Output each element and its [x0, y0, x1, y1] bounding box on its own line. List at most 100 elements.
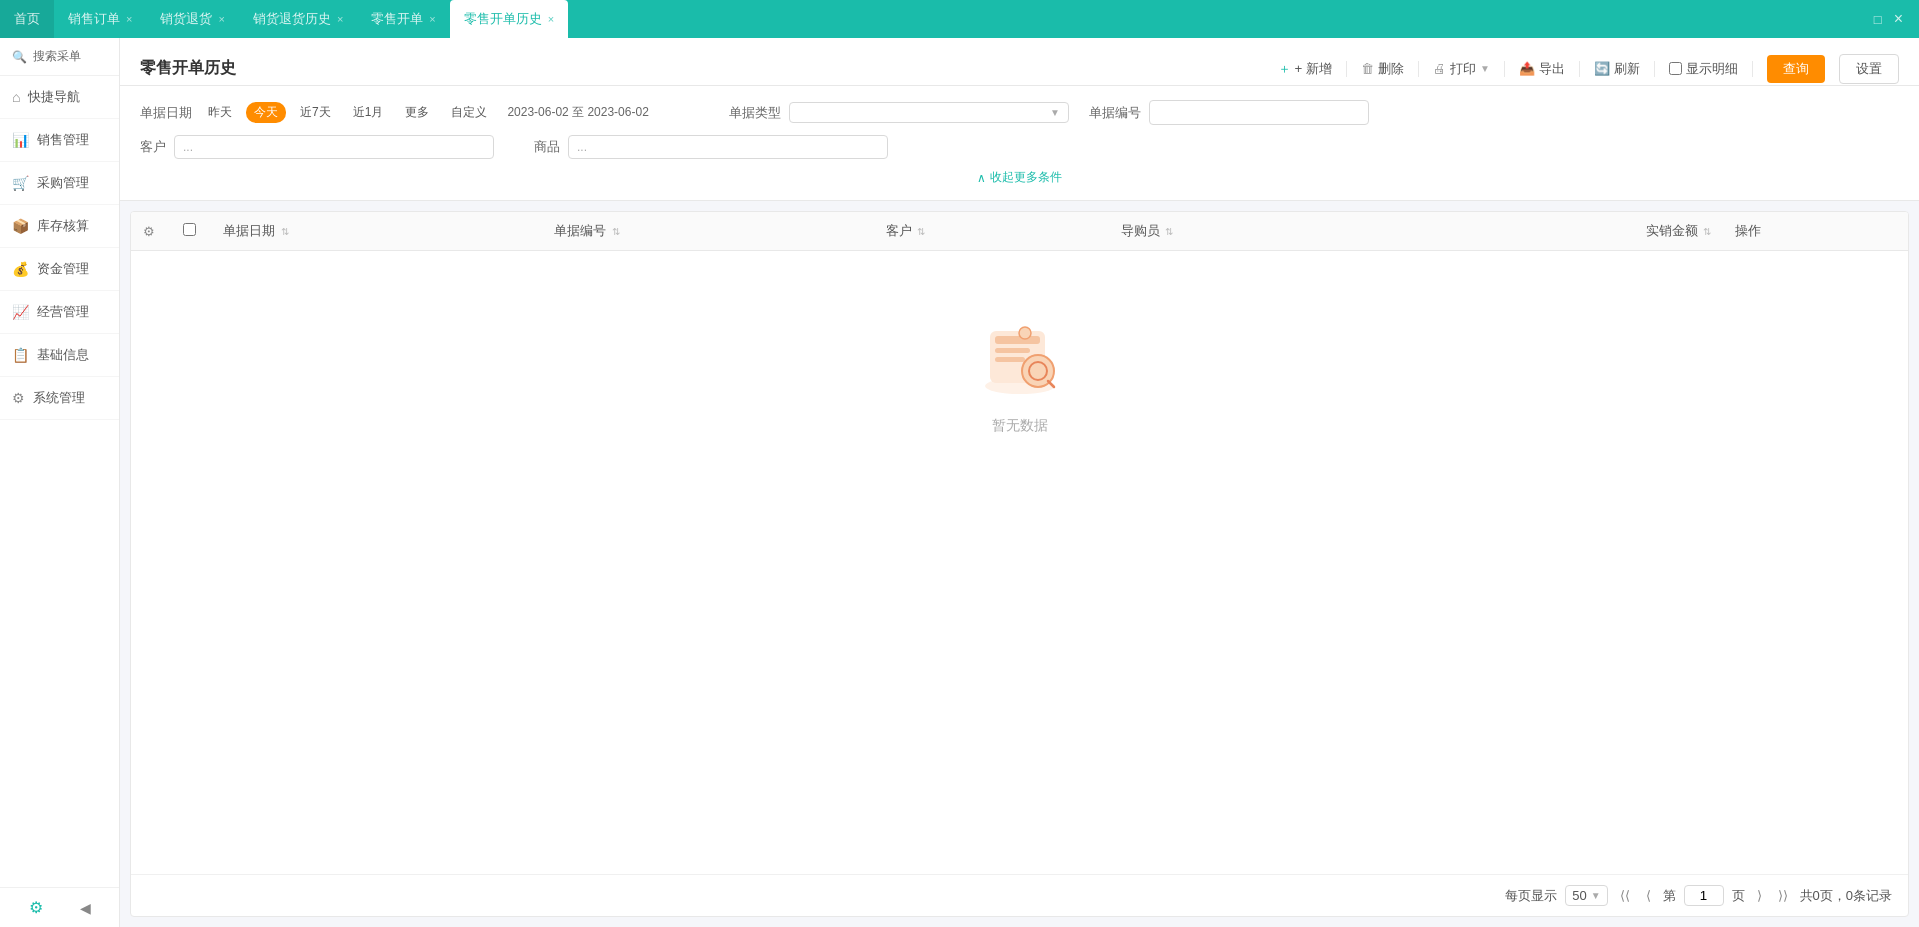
tab-home[interactable]: 首页 [0, 0, 54, 38]
sidebar-search[interactable]: 🔍 搜索采单 [0, 38, 119, 76]
delete-button[interactable]: 🗑 删除 [1361, 60, 1404, 78]
date-shortcut-today[interactable]: 今天 [246, 102, 286, 123]
col-amount-sort[interactable]: ⇅ [1703, 226, 1711, 237]
settings-button[interactable]: 设置 [1839, 54, 1899, 84]
sidebar-icon-sales-mgmt: 📊 [12, 132, 29, 148]
tab-close-sales-return-history[interactable]: × [337, 13, 343, 25]
divider3 [1504, 61, 1505, 77]
collapse-button[interactable]: ∧ 收起更多条件 [140, 169, 1899, 186]
collapse-icon[interactable]: ◀ [80, 900, 91, 916]
collapse-up-icon: ∧ [977, 171, 986, 185]
sidebar-item-operations[interactable]: 📈 经营管理 [0, 291, 119, 334]
date-shortcut-more[interactable]: 更多 [397, 102, 437, 123]
table-container: ⚙ 单据日期 ⇅ 单据编号 ⇅ [130, 211, 1909, 917]
tab-sales-order[interactable]: 销售订单 × [54, 0, 146, 38]
col-number-label: 单据编号 [554, 223, 606, 238]
tab-retail-open[interactable]: 零售开单× [357, 0, 449, 38]
sidebar-item-finance[interactable]: 💰 资金管理 [0, 248, 119, 291]
sidebar-icon-system: ⚙ [12, 390, 25, 406]
tab-label-sales-order: 销售订单 [68, 10, 120, 28]
col-customer: 客户 ⇅ [874, 212, 1109, 251]
window-restore[interactable]: □ [1874, 12, 1882, 27]
col-actions-label: 操作 [1735, 223, 1761, 238]
col-date-sort[interactable]: ⇅ [281, 226, 289, 237]
date-shortcuts: 昨天今天近7天近1月更多自定义 [200, 102, 495, 123]
table-wrap: ⚙ 单据日期 ⇅ 单据编号 ⇅ [131, 212, 1908, 874]
first-page-btn[interactable]: ⟨⟨ [1616, 886, 1634, 905]
show-detail-toggle[interactable]: 显示明细 [1669, 60, 1738, 78]
show-detail-label: 显示明细 [1686, 60, 1738, 78]
tab-label-home: 首页 [14, 10, 40, 28]
sidebar-item-basic-info[interactable]: 📋 基础信息 [0, 334, 119, 377]
delete-icon: 🗑 [1361, 61, 1374, 76]
page-header: 零售开单历史 ＋ + 新增 🗑 删除 🖨 打印 ▼ [120, 38, 1919, 86]
col-actions: 操作 [1723, 212, 1908, 251]
last-page-btn[interactable]: ⟩⟩ [1774, 886, 1792, 905]
select-all-checkbox[interactable] [183, 223, 196, 236]
goods-ellipsis: ... [577, 140, 587, 154]
tab-retail-open-history[interactable]: 零售开单历史 × [450, 0, 568, 38]
window-controls: □ × [1874, 10, 1919, 28]
per-page-select[interactable]: 50 ▼ [1565, 885, 1607, 906]
tab-sales-return[interactable]: 销货退货× [146, 0, 238, 38]
window-close[interactable]: × [1894, 10, 1903, 28]
sidebar-icon-basic-info: 📋 [12, 347, 29, 363]
tab-label-sales-return-history: 销货退货历史 [253, 10, 331, 28]
col-number: 单据编号 ⇅ [542, 212, 873, 251]
tab-sales-return-history[interactable]: 销货退货历史 × [239, 0, 357, 38]
sidebar-label-system: 系统管理 [33, 389, 85, 407]
sidebar-label-purchase-mgmt: 采购管理 [37, 174, 89, 192]
col-customer-label: 客户 [886, 223, 912, 238]
svg-rect-2 [995, 336, 1040, 344]
print-button[interactable]: 🖨 打印 ▼ [1433, 60, 1490, 78]
sidebar-item-sales-mgmt[interactable]: 📊 销售管理 [0, 119, 119, 162]
type-select[interactable]: ▼ [789, 102, 1069, 123]
sidebar-item-system[interactable]: ⚙ 系统管理 [0, 377, 119, 420]
date-shortcut-yesterday[interactable]: 昨天 [200, 102, 240, 123]
add-label: + 新增 [1295, 60, 1333, 78]
goods-select[interactable]: ... [568, 135, 888, 159]
sidebar-item-quick-nav[interactable]: ⌂ 快捷导航 [0, 76, 119, 119]
date-shortcut-custom[interactable]: 自定义 [443, 102, 495, 123]
tab-list: 首页销售订单×销货退货×销货退货历史×零售开单×零售开单历史× [0, 0, 568, 38]
col-number-sort[interactable]: ⇅ [612, 226, 620, 237]
sidebar-label-quick-nav: 快捷导航 [28, 88, 80, 106]
settings-icon[interactable]: ⚙ [29, 898, 43, 917]
print-label: 打印 [1450, 60, 1476, 78]
col-salesperson-sort[interactable]: ⇅ [1165, 226, 1173, 237]
export-button[interactable]: 📤 导出 [1519, 60, 1565, 78]
add-button[interactable]: ＋ + 新增 [1278, 60, 1333, 78]
col-customer-sort[interactable]: ⇅ [917, 226, 925, 237]
tab-label-retail-open-history: 零售开单历史 [464, 10, 542, 28]
sidebar-icon-operations: 📈 [12, 304, 29, 320]
sidebar-label-basic-info: 基础信息 [37, 346, 89, 364]
refresh-button[interactable]: 🔄 刷新 [1594, 60, 1640, 78]
number-input[interactable] [1149, 100, 1369, 125]
date-shortcut-last7[interactable]: 近7天 [292, 102, 339, 123]
tab-close-sales-order[interactable]: × [126, 13, 132, 25]
per-page-value: 50 [1572, 888, 1586, 903]
date-filter: 单据日期 昨天今天近7天近1月更多自定义 2023-06-02 至 2023-0… [140, 102, 649, 123]
export-label: 导出 [1539, 60, 1565, 78]
table-gear-icon[interactable]: ⚙ [143, 224, 155, 239]
customer-select[interactable]: ... [174, 135, 494, 159]
prev-page-btn[interactable]: ⟨ [1642, 886, 1655, 905]
tab-close-sales-return[interactable]: × [218, 13, 224, 25]
tab-close-retail-open[interactable]: × [429, 13, 435, 25]
sidebar-item-purchase-mgmt[interactable]: 🛒 采购管理 [0, 162, 119, 205]
query-button[interactable]: 查询 [1767, 55, 1825, 83]
empty-state: 暂无数据 [131, 251, 1908, 495]
empty-icon [970, 311, 1070, 401]
divider2 [1418, 61, 1419, 77]
show-detail-checkbox[interactable] [1669, 62, 1682, 75]
tab-close-retail-open-history[interactable]: × [548, 13, 554, 25]
sidebar-label-operations: 经营管理 [37, 303, 89, 321]
type-filter: 单据类型 ▼ [729, 102, 1069, 123]
divider6 [1752, 61, 1753, 77]
next-page-btn[interactable]: ⟩ [1753, 886, 1766, 905]
per-page-label: 每页显示 [1505, 887, 1557, 905]
col-salesperson-label: 导购员 [1121, 223, 1160, 238]
sidebar-item-inventory[interactable]: 📦 库存核算 [0, 205, 119, 248]
date-shortcut-last1m[interactable]: 近1月 [345, 102, 392, 123]
page-input[interactable] [1684, 885, 1724, 906]
